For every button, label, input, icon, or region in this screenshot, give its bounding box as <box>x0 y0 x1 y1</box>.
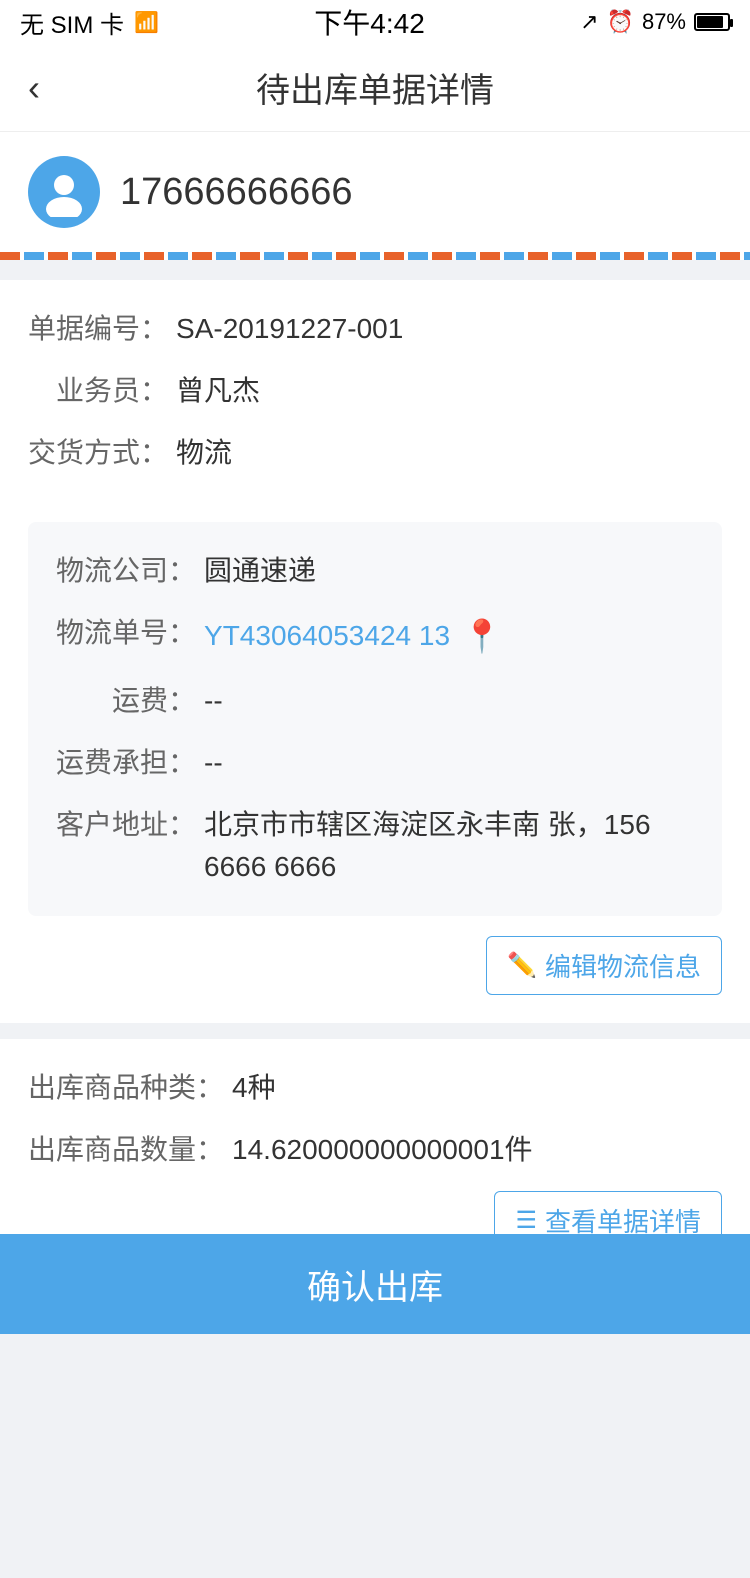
goods-category-row: 出库商品种类： 4种 <box>28 1067 722 1109</box>
status-bar: 无 SIM 卡 📶 下午4:42 ↗ ⏰ 87% <box>0 0 750 44</box>
freight-bearer-value: -- <box>204 742 694 784</box>
customer-header: 17666666666 <box>0 132 750 252</box>
delivery-method-label: 交货方式： <box>28 432 168 474</box>
map-pin-icon[interactable]: 📍 <box>462 612 502 660</box>
goods-quantity-label: 出库商品数量： <box>28 1129 224 1171</box>
nav-bar: ‹ 待出库单据详情 <box>0 44 750 132</box>
list-icon: ☰ <box>515 1206 537 1235</box>
edit-icon: ✏️ <box>507 951 537 980</box>
order-number-value: SA-20191227-001 <box>176 308 722 350</box>
alarm-icon: ⏰ <box>607 9 634 35</box>
carrier-text: 无 SIM 卡 <box>20 5 124 40</box>
goods-quantity-row: 出库商品数量： 14.620000000000001件 <box>28 1129 722 1171</box>
edit-logistics-button[interactable]: ✏️ 编辑物流信息 <box>486 936 722 995</box>
address-label: 客户地址： <box>56 804 196 846</box>
edit-logistics-area: ✏️ 编辑物流信息 <box>28 936 722 995</box>
page-title: 待出库单据详情 <box>256 63 494 112</box>
freight-value: -- <box>204 680 694 722</box>
delivery-method-row: 交货方式： 物流 <box>28 432 722 474</box>
customer-phone: 17666666666 <box>120 171 352 214</box>
wifi-icon: 📶 <box>134 10 159 35</box>
sales-rep-value: 曾凡杰 <box>176 370 722 412</box>
tracking-value: YT43064053424 13 📍 <box>204 612 694 660</box>
goods-quantity-value: 14.620000000000001件 <box>232 1129 722 1171</box>
goods-category-value: 4种 <box>232 1067 722 1109</box>
goods-category-label: 出库商品种类： <box>28 1067 224 1109</box>
status-time: 下午4:42 <box>314 2 425 42</box>
dashed-divider <box>0 252 750 260</box>
sales-rep-row: 业务员： 曾凡杰 <box>28 370 722 412</box>
order-number-row: 单据编号： SA-20191227-001 <box>28 308 722 350</box>
freight-row: 运费： -- <box>56 680 694 722</box>
confirm-button-label: 确认出库 <box>307 1260 443 1309</box>
status-right: ↗ ⏰ 87% <box>580 9 730 35</box>
order-info-section: 单据编号： SA-20191227-001 业务员： 曾凡杰 交货方式： 物流 <box>0 280 750 502</box>
logistics-company-label: 物流公司： <box>56 550 196 592</box>
logistics-section: 物流公司： 圆通速递 物流单号： YT43064053424 13 📍 运费： … <box>0 502 750 1023</box>
logistics-company-value: 圆通速递 <box>204 550 694 592</box>
back-button[interactable]: ‹ <box>28 67 40 109</box>
freight-bearer-label: 运费承担： <box>56 742 196 784</box>
logistics-card: 物流公司： 圆通速递 物流单号： YT43064053424 13 📍 运费： … <box>28 522 722 916</box>
battery-text: 87% <box>642 9 686 35</box>
battery-icon <box>694 13 730 31</box>
tracking-label: 物流单号： <box>56 612 196 654</box>
person-icon <box>39 167 89 217</box>
tracking-row: 物流单号： YT43064053424 13 📍 <box>56 612 694 660</box>
section-separator <box>0 1023 750 1039</box>
edit-logistics-label: 编辑物流信息 <box>545 947 701 984</box>
avatar <box>28 156 100 228</box>
freight-bearer-row: 运费承担： -- <box>56 742 694 784</box>
confirm-button-bar[interactable]: 确认出库 <box>0 1234 750 1334</box>
delivery-method-value: 物流 <box>176 432 722 474</box>
address-row: 客户地址： 北京市市辖区海淀区永丰南 张，156 6666 6666 <box>56 804 694 888</box>
logistics-company-row: 物流公司： 圆通速递 <box>56 550 694 592</box>
status-left: 无 SIM 卡 📶 <box>20 5 159 40</box>
freight-label: 运费： <box>56 680 196 722</box>
address-value: 北京市市辖区海淀区永丰南 张，156 6666 6666 <box>204 804 694 888</box>
location-status-icon: ↗ <box>580 9 598 35</box>
sales-rep-label: 业务员： <box>28 370 168 412</box>
order-number-label: 单据编号： <box>28 308 168 350</box>
